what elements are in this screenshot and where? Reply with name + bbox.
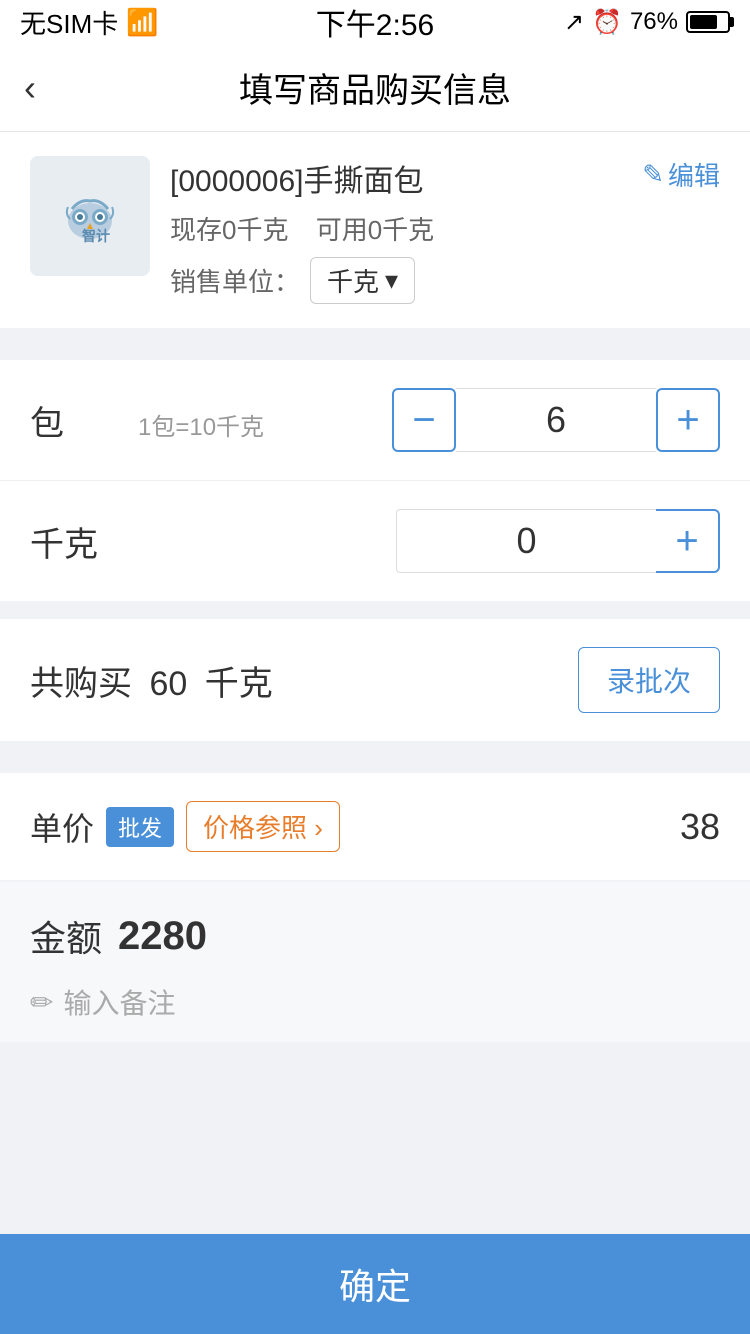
wifi-icon: 📶 [126,7,158,38]
page-title: 填写商品购买信息 [239,63,511,112]
available-label: 可用0千克 [316,215,434,245]
edit-button[interactable]: ✎ 编辑 [642,156,720,193]
back-button[interactable]: ‹ [24,67,36,109]
price-ref-button[interactable]: 价格参照 › [186,801,340,852]
minus-icon: − [412,398,435,443]
nav-bar: ‹ 填写商品购买信息 [0,44,750,132]
price-row: 单价 批发 价格参照 › 38 [30,801,720,852]
amount-value: 2280 [118,914,207,959]
stock-label: 现存0千克 [170,215,288,245]
confirm-button[interactable]: 确定 [0,1234,750,1334]
product-stock: 现存0千克 可用0千克 [170,210,720,247]
total-amount: 60 [149,665,187,703]
battery-fill [690,15,717,29]
status-bar: 无SIM卡 📶 下午2:56 ↗ ⏰ 76% [0,0,750,44]
kg-qty-controls: + [396,509,720,573]
product-card: 智计 [0000006]手撕面包 ✎ 编辑 现存0千克 可用0千克 销售单位： … [0,132,750,328]
separator-2 [0,603,750,619]
unit-label: 销售单位： [170,262,300,299]
price-label-group: 单价 批发 价格参照 › [30,801,340,852]
bag-sub-label: 1包=10千克 [138,407,264,442]
batch-btn-label: 录批次 [607,666,691,697]
unit-value: 千克 [327,262,379,299]
amount-section: 金额 2280 ✏ 输入备注 [0,882,750,1042]
amount-row: 金额 2280 [30,910,720,962]
product-logo: 智计 [60,189,120,244]
edit-label: 编辑 [668,156,720,193]
product-info: [0000006]手撕面包 ✎ 编辑 现存0千克 可用0千克 销售单位： 千克 … [170,156,720,304]
edit-icon: ✎ [642,159,664,190]
total-text: 共购买 60 千克 [30,656,273,705]
product-name: [0000006]手撕面包 [170,156,423,200]
unit-select[interactable]: 千克 ▾ [310,257,415,304]
bag-qty-controls: − + [392,388,720,452]
total-unit: 千克 [205,665,273,703]
price-label: 单价 [30,804,94,850]
status-carrier: 无SIM卡 📶 [20,4,159,41]
total-section: 共购买 60 千克 录批次 [0,619,750,741]
kg-plus-button[interactable]: + [656,509,720,573]
back-icon: ‹ [24,67,36,108]
svg-text:智计: 智计 [81,228,110,244]
price-value: 38 [680,806,720,848]
product-unit-row: 销售单位： 千克 ▾ [170,257,720,304]
batch-button[interactable]: 录批次 [578,647,720,713]
price-ref-label: 价格参照 › [203,808,323,845]
alarm-icon: ⏰ [592,8,622,37]
bag-plus-button[interactable]: + [656,388,720,452]
bag-label: 包 [30,396,130,445]
status-right: ↗ ⏰ 76% [564,8,730,37]
note-icon: ✏ [30,986,53,1019]
confirm-btn-label: 确定 [339,1258,411,1310]
product-image: 智计 [30,156,150,276]
kg-plus-icon: + [675,519,698,564]
battery-percent: 76% [630,8,678,36]
kg-quantity-row: 千克 + [0,481,750,601]
carrier-text: 无SIM卡 [20,4,118,41]
kg-label: 千克 [30,517,130,566]
kg-qty-input[interactable] [396,509,656,573]
amount-label: 金额 [30,910,102,962]
location-icon: ↗ [564,8,584,37]
plus-icon: + [676,398,699,443]
price-tag: 批发 [106,807,174,847]
unit-chevron-icon: ▾ [385,265,398,296]
bag-minus-button[interactable]: − [392,388,456,452]
note-row[interactable]: ✏ 输入备注 [30,982,720,1022]
price-section: 单价 批发 价格参照 › 38 [0,773,750,880]
note-placeholder: 输入备注 [63,982,175,1022]
status-time: 下午2:56 [316,0,434,44]
total-prefix: 共购买 [30,665,132,703]
quantity-section: 包 1包=10千克 − + 千克 + [0,360,750,601]
bag-quantity-row: 包 1包=10千克 − + [0,360,750,481]
battery-bar [686,11,730,33]
separator-1 [0,344,750,360]
bag-qty-input[interactable] [456,388,656,452]
separator-3 [0,757,750,773]
